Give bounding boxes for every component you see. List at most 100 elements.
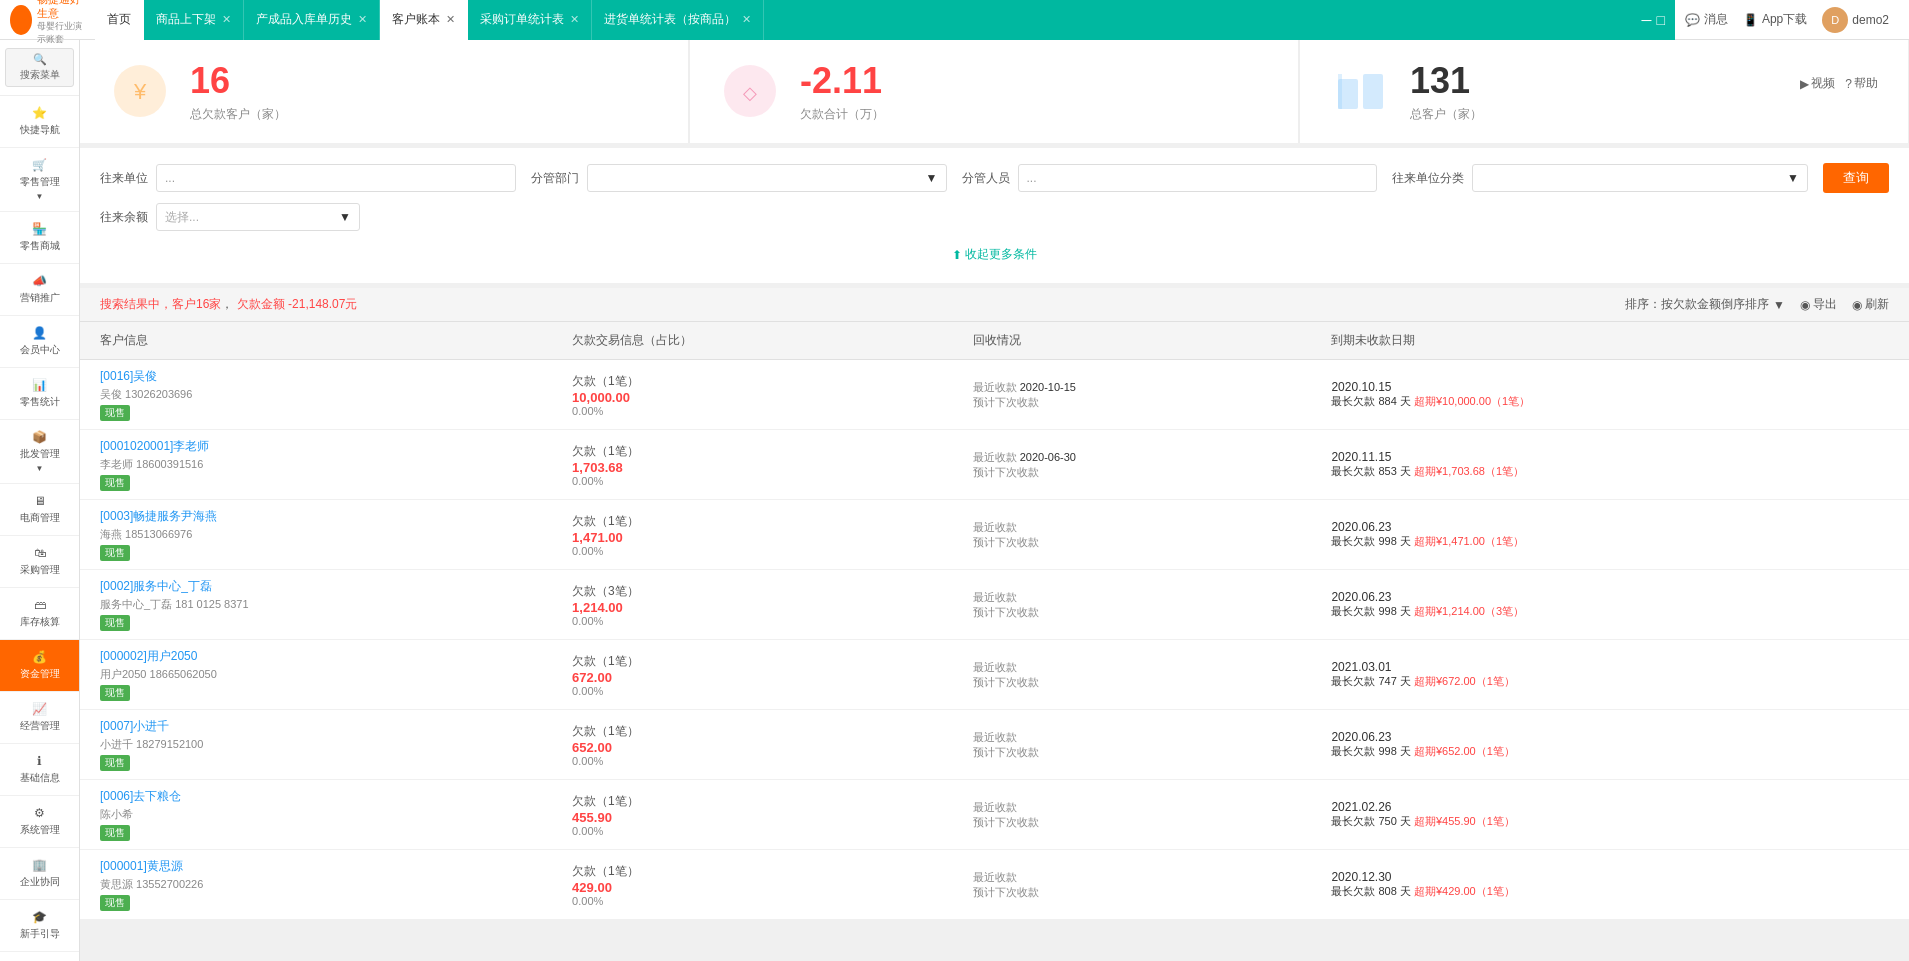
sidebar-item-batch-mgmt[interactable]: 📦 批发管理 ▼ — [0, 420, 79, 484]
customer-sub-info: 服务中心_丁磊 181 0125 8371 — [100, 597, 532, 612]
overdue-amount-link[interactable]: 超期¥429.00（1笔） — [1414, 885, 1515, 897]
table-body: [0016]吴俊 吴俊 13026203696 现售 欠款（1笔） 10,000… — [80, 360, 1909, 920]
query-button[interactable]: 查询 — [1823, 163, 1889, 193]
customer-name-link[interactable]: [000002]用户2050 — [100, 648, 532, 665]
tab-product-off[interactable]: 商品上下架 ✕ — [144, 0, 244, 40]
tab-purchase-order[interactable]: 采购订单统计表 ✕ — [468, 0, 592, 40]
dept-dropdown[interactable]: ▼ — [587, 164, 947, 192]
customer-name-link[interactable]: [0003]畅捷服务尹海燕 — [100, 508, 532, 525]
stat-icon-debt-amount: ◇ — [720, 62, 780, 122]
sidebar-item-retail-store[interactable]: 🏪 零售商城 — [0, 212, 79, 264]
sidebar-item-system[interactable]: ⚙ 系统管理 — [0, 796, 79, 848]
col-debt-info: 欠款交易信息（占比） — [552, 322, 953, 360]
sort-selector[interactable]: 排序：按欠款金额倒序排序 ▼ — [1625, 296, 1785, 313]
stat-value-total: 131 — [1410, 60, 1482, 102]
overdue-amount-link[interactable]: 超期¥652.00（1笔） — [1414, 745, 1515, 757]
debt-ratio: 0.00% — [572, 895, 933, 907]
customer-name-link[interactable]: [000001]黄思源 — [100, 858, 532, 875]
debt-ratio: 0.00% — [572, 685, 933, 697]
close-icon[interactable]: ✕ — [446, 13, 455, 26]
minimize-icon[interactable]: ─ — [1642, 12, 1652, 28]
tab-incoming-stats[interactable]: 进货单统计表（按商品） ✕ — [592, 0, 764, 40]
overdue-date: 2020.12.30 — [1331, 870, 1889, 884]
unit-category-label: 往来单位分类 — [1392, 170, 1464, 187]
enterprise-icon: 🏢 — [32, 858, 47, 872]
view-btn[interactable]: ▶ 视频 — [1800, 75, 1835, 92]
overdue-days: 最长欠款 808 天 超期¥429.00（1笔） — [1331, 884, 1889, 899]
table-row[interactable]: [0003]畅捷服务尹海燕 海燕 18513066976 现售 欠款（1笔） 1… — [80, 500, 1909, 570]
customer-name-link[interactable]: [0016]吴俊 — [100, 368, 532, 385]
collapse-btn[interactable]: ⬆ 收起更多条件 — [952, 246, 1037, 263]
stat-label-debt-amount: 欠款合计（万） — [800, 106, 884, 123]
export-btn[interactable]: ◉ 导出 — [1800, 296, 1837, 313]
sidebar-item-member[interactable]: 👤 会员中心 — [0, 316, 79, 368]
overdue-amount-link[interactable]: 超期¥1,703.68（1笔） — [1414, 465, 1524, 477]
unit-category-dropdown[interactable]: ▼ — [1472, 164, 1808, 192]
sidebar-item-purchase[interactable]: 🛍 采购管理 — [0, 536, 79, 588]
refresh-btn[interactable]: ◉ 刷新 — [1852, 296, 1889, 313]
cell-debt-info: 欠款（1笔） 455.90 0.00% — [552, 780, 953, 850]
overdue-amount-link[interactable]: 超期¥1,214.00（3笔） — [1414, 605, 1524, 617]
customer-tag: 现售 — [100, 405, 130, 421]
sidebar-item-business[interactable]: 📈 经营管理 — [0, 692, 79, 744]
help-btn[interactable]: ? 帮助 — [1845, 75, 1878, 92]
table-row[interactable]: [000002]用户2050 用户2050 18665062050 现售 欠款（… — [80, 640, 1909, 710]
table-row[interactable]: [000001]黄思源 黄思源 13552700226 现售 欠款（1笔） 42… — [80, 850, 1909, 920]
sidebar-item-ecommerce[interactable]: 🖥 电商管理 — [0, 484, 79, 536]
table-row[interactable]: [0001020001]李老师 李老师 18600391516 现售 欠款（1笔… — [80, 430, 1909, 500]
overdue-amount-link[interactable]: 超期¥672.00（1笔） — [1414, 675, 1515, 687]
star-icon: ⭐ — [32, 106, 47, 120]
customer-name-link[interactable]: [0007]小进千 — [100, 718, 532, 735]
table-row[interactable]: [0016]吴俊 吴俊 13026203696 现售 欠款（1笔） 10,000… — [80, 360, 1909, 430]
message-btn[interactable]: 💬 消息 — [1685, 11, 1728, 28]
stat-value-area-2: -2.11 欠款合计（万） — [800, 60, 884, 123]
table-row[interactable]: [0002]服务中心_丁磊 服务中心_丁磊 181 0125 8371 现售 欠… — [80, 570, 1909, 640]
tab-customer-account[interactable]: 客户账本 ✕ — [380, 0, 468, 40]
debt-count: 欠款（1笔） — [572, 443, 933, 460]
sidebar-item-app-center[interactable]: 📲 应用中心 — [0, 952, 79, 961]
sidebar-item-newbie[interactable]: 🎓 新手引导 — [0, 900, 79, 952]
overdue-days: 最长欠款 998 天 超期¥1,471.00（1笔） — [1331, 534, 1889, 549]
app-download-btn[interactable]: 📱 App下载 — [1743, 11, 1807, 28]
stat-icon-total — [1330, 62, 1390, 122]
results-actions: 排序：按欠款金额倒序排序 ▼ ◉ 导出 ◉ 刷新 — [1625, 296, 1889, 313]
sidebar-item-marketing[interactable]: 📣 营销推广 — [0, 264, 79, 316]
customer-debt-table: 客户信息 欠款交易信息（占比） 回收情况 到期未收款日期 [0016]吴俊 吴俊… — [80, 322, 1909, 920]
filter-row-2: 往来余额 选择... ▼ — [100, 203, 1889, 231]
table-row[interactable]: [0007]小进千 小进千 18279152100 现售 欠款（1笔） 652.… — [80, 710, 1909, 780]
close-icon[interactable]: ✕ — [358, 13, 367, 26]
close-icon[interactable]: ✕ — [222, 13, 231, 26]
sidebar-item-inventory[interactable]: 🗃 库存核算 — [0, 588, 79, 640]
overdue-days: 最长欠款 884 天 超期¥10,000.00（1笔） — [1331, 394, 1889, 409]
overdue-amount-link[interactable]: 超期¥10,000.00（1笔） — [1414, 395, 1530, 407]
svg-text:◇: ◇ — [743, 83, 757, 103]
tab-home[interactable]: 首页 — [95, 0, 144, 40]
person-input[interactable]: ... — [1018, 164, 1378, 192]
cell-due-date: 2021.03.01 最长欠款 747 天 超期¥672.00（1笔） — [1311, 640, 1909, 710]
debt-ratio: 0.00% — [572, 615, 933, 627]
sidebar-item-finance[interactable]: 💰 资金管理 — [0, 640, 79, 692]
debt-amount-value: 1,471.00 — [572, 530, 933, 545]
close-icon[interactable]: ✕ — [742, 13, 751, 26]
overdue-amount-link[interactable]: 超期¥1,471.00（1笔） — [1414, 535, 1524, 547]
customer-name-link[interactable]: [0006]去下粮仓 — [100, 788, 532, 805]
search-menu-btn[interactable]: 🔍 搜索菜单 — [5, 48, 74, 87]
table-row[interactable]: [0006]去下粮仓 陈小希 现售 欠款（1笔） 455.90 0.00% 最近… — [80, 780, 1909, 850]
tab-production[interactable]: 产成品入库单历史 ✕ — [244, 0, 380, 40]
stat-card-debt-customers: ¥ 16 总欠款客户（家） — [80, 40, 689, 143]
customer-name-link[interactable]: [0001020001]李老师 — [100, 438, 532, 455]
sidebar-item-retail-mgmt[interactable]: 🛒 零售管理 ▼ — [0, 148, 79, 212]
customer-name-link[interactable]: [0002]服务中心_丁磊 — [100, 578, 532, 595]
balance-dropdown[interactable]: 选择... ▼ — [156, 203, 360, 231]
sidebar-item-enterprise[interactable]: 🏢 企业协同 — [0, 848, 79, 900]
from-unit-input[interactable]: ... — [156, 164, 516, 192]
overdue-amount-link[interactable]: 超期¥455.90（1笔） — [1414, 815, 1515, 827]
sidebar-item-retail-stats[interactable]: 📊 零售统计 — [0, 368, 79, 420]
stats-icon: 📊 — [32, 378, 47, 392]
sidebar-item-basic-info[interactable]: ℹ 基础信息 — [0, 744, 79, 796]
sidebar-item-quick-nav[interactable]: ⭐ 快捷导航 — [0, 96, 79, 148]
user-avatar[interactable]: D demo2 — [1822, 7, 1889, 33]
customer-tag: 现售 — [100, 755, 130, 771]
close-icon[interactable]: ✕ — [570, 13, 579, 26]
maximize-icon[interactable]: □ — [1656, 12, 1664, 28]
